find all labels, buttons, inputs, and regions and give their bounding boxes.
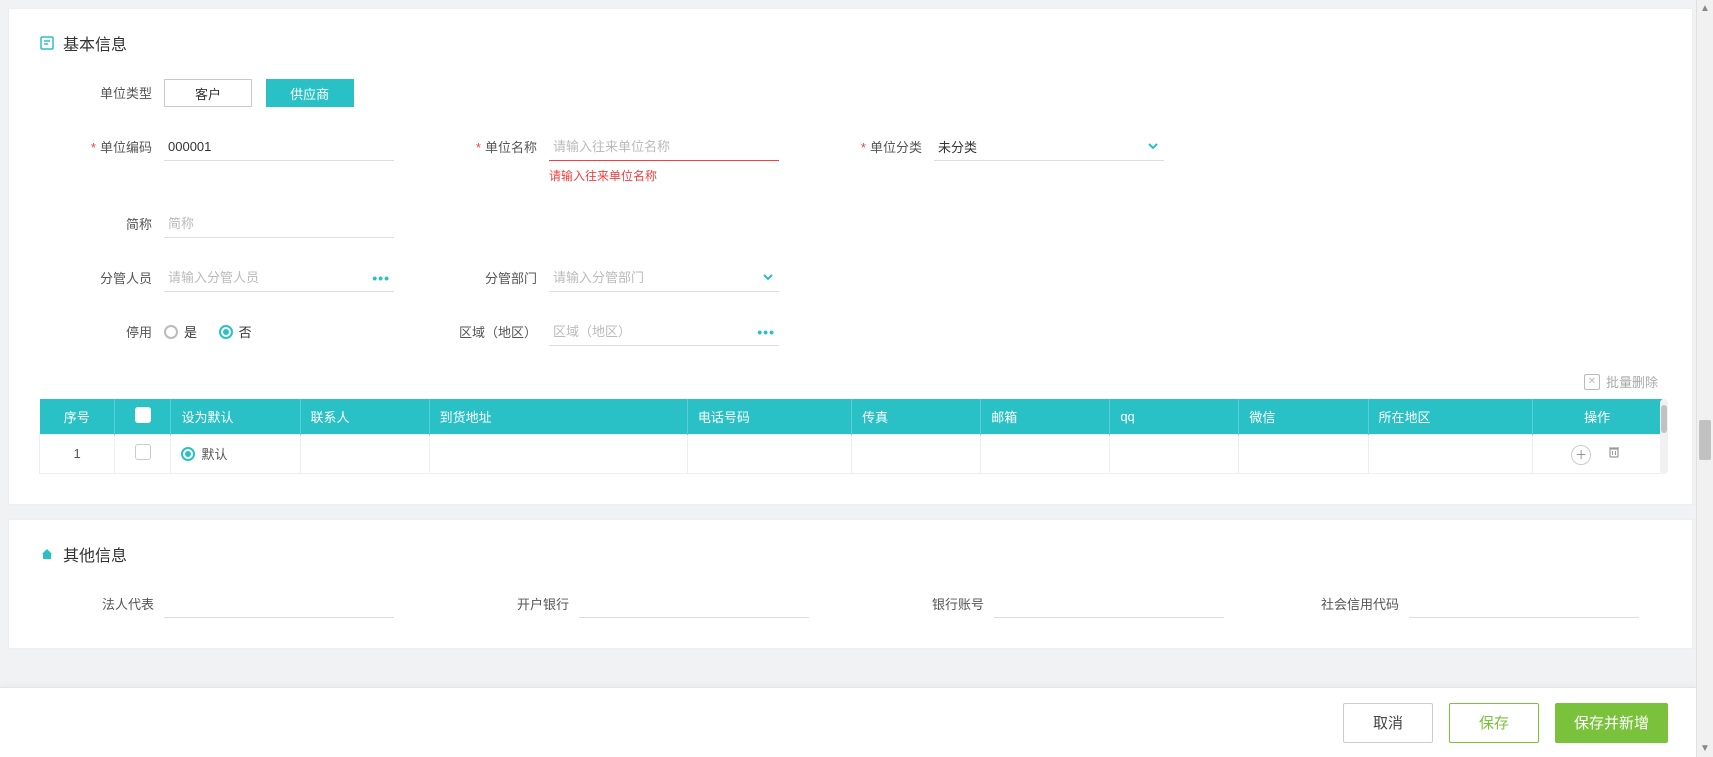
basic-info-panel: 基本信息 单位类型 客户 供应商 *单位编码 *单位名称 <box>8 8 1693 505</box>
basic-info-title: 基本信息 <box>63 31 127 55</box>
short-label: 简称 <box>69 210 164 233</box>
disabled-no-label: 否 <box>239 322 252 341</box>
default-label: 默认 <box>201 444 227 463</box>
col-seq: 序号 <box>40 399 115 435</box>
batch-delete-label: 批量删除 <box>1606 372 1658 391</box>
short-input[interactable] <box>164 210 394 238</box>
unit-category-select[interactable] <box>934 133 1164 161</box>
unit-name-input[interactable] <box>549 133 779 161</box>
basic-info-header: 基本信息 <box>39 31 1662 55</box>
unit-type-label: 单位类型 <box>69 79 164 102</box>
set-default-radio[interactable]: 默认 <box>181 444 227 463</box>
window-scrollbar[interactable]: ▲ ▼ <box>1696 0 1713 757</box>
region-label: 区域（地区） <box>454 318 549 341</box>
table-row: 1 默认 <box>40 435 1662 474</box>
cell-wechat[interactable] <box>1239 435 1368 474</box>
col-set-default: 设为默认 <box>171 399 300 435</box>
save-and-new-button[interactable]: 保存并新增 <box>1555 703 1668 743</box>
disabled-no-radio[interactable]: 否 <box>219 322 252 341</box>
manager-label: 分管人员 <box>69 264 164 287</box>
header-checkbox[interactable] <box>135 407 151 423</box>
col-qq: qq <box>1110 399 1239 435</box>
other-info-title: 其他信息 <box>63 542 127 566</box>
unit-name-label: *单位名称 <box>454 133 549 156</box>
scroll-down-icon[interactable]: ▼ <box>1697 740 1713 757</box>
save-button[interactable]: 保存 <box>1449 703 1539 743</box>
cell-seq: 1 <box>40 435 115 474</box>
cell-email[interactable] <box>981 435 1110 474</box>
credit-label: 社会信用代码 <box>1314 594 1409 613</box>
add-row-button[interactable]: ＋ <box>1571 445 1591 465</box>
disabled-yes-label: 是 <box>184 322 197 341</box>
col-ops: 操作 <box>1532 399 1661 435</box>
disabled-yes-radio[interactable]: 是 <box>164 322 197 341</box>
row-checkbox[interactable] <box>135 444 151 460</box>
cell-fax[interactable] <box>852 435 981 474</box>
col-address: 到货地址 <box>429 399 687 435</box>
batch-delete-button[interactable]: ✕ 批量删除 <box>39 372 1658 391</box>
unit-type-customer-button[interactable]: 客户 <box>164 79 252 107</box>
col-phone: 电话号码 <box>687 399 851 435</box>
legal-input[interactable] <box>164 590 394 618</box>
batch-delete-icon: ✕ <box>1584 374 1600 390</box>
legal-label: 法人代表 <box>69 594 164 613</box>
cell-phone[interactable] <box>687 435 851 474</box>
bank-input[interactable] <box>579 590 809 618</box>
unit-category-label: *单位分类 <box>839 133 934 156</box>
delete-row-button[interactable] <box>1605 443 1623 461</box>
form-icon <box>39 35 55 51</box>
manager-input[interactable] <box>164 264 394 292</box>
table-header-row: 序号 设为默认 联系人 到货地址 电话号码 传真 邮箱 qq 微信 所在地区 操… <box>40 399 1662 435</box>
dept-label: 分管部门 <box>454 264 549 287</box>
acct-label: 银行账号 <box>899 594 994 613</box>
region-input[interactable] <box>549 318 779 346</box>
credit-input[interactable] <box>1409 590 1639 618</box>
other-info-panel: 其他信息 法人代表 开户银行 银行账号 社会信用代码 <box>8 519 1693 649</box>
scroll-thumb[interactable] <box>1699 420 1711 460</box>
footer-bar: 取消 保存 保存并新增 <box>0 687 1696 757</box>
scroll-up-icon[interactable]: ▲ <box>1697 0 1713 17</box>
col-area: 所在地区 <box>1368 399 1532 435</box>
cancel-button[interactable]: 取消 <box>1343 703 1433 743</box>
cell-address[interactable] <box>429 435 687 474</box>
acct-input[interactable] <box>994 590 1224 618</box>
table-scroll-thumb[interactable] <box>1661 405 1667 433</box>
unit-name-error: 请输入往来单位名称 <box>549 167 779 184</box>
unit-code-label: *单位编码 <box>69 133 164 156</box>
unit-code-input[interactable] <box>164 133 394 161</box>
unit-type-supplier-button[interactable]: 供应商 <box>266 79 354 107</box>
disabled-label: 停用 <box>69 318 164 341</box>
bank-label: 开户银行 <box>484 594 579 613</box>
table-scrollbar[interactable] <box>1660 399 1668 474</box>
house-icon <box>39 546 55 562</box>
col-contact: 联系人 <box>300 399 429 435</box>
contacts-table: 序号 设为默认 联系人 到货地址 电话号码 传真 邮箱 qq 微信 所在地区 操… <box>39 399 1662 474</box>
cell-qq[interactable] <box>1110 435 1239 474</box>
other-info-header: 其他信息 <box>39 542 1662 566</box>
cell-area[interactable] <box>1368 435 1532 474</box>
col-check <box>115 399 171 435</box>
cell-contact[interactable] <box>300 435 429 474</box>
col-wechat: 微信 <box>1239 399 1368 435</box>
col-fax: 传真 <box>852 399 981 435</box>
dept-input[interactable] <box>549 264 779 292</box>
page-content: 基本信息 单位类型 客户 供应商 *单位编码 *单位名称 <box>8 8 1693 667</box>
col-email: 邮箱 <box>981 399 1110 435</box>
